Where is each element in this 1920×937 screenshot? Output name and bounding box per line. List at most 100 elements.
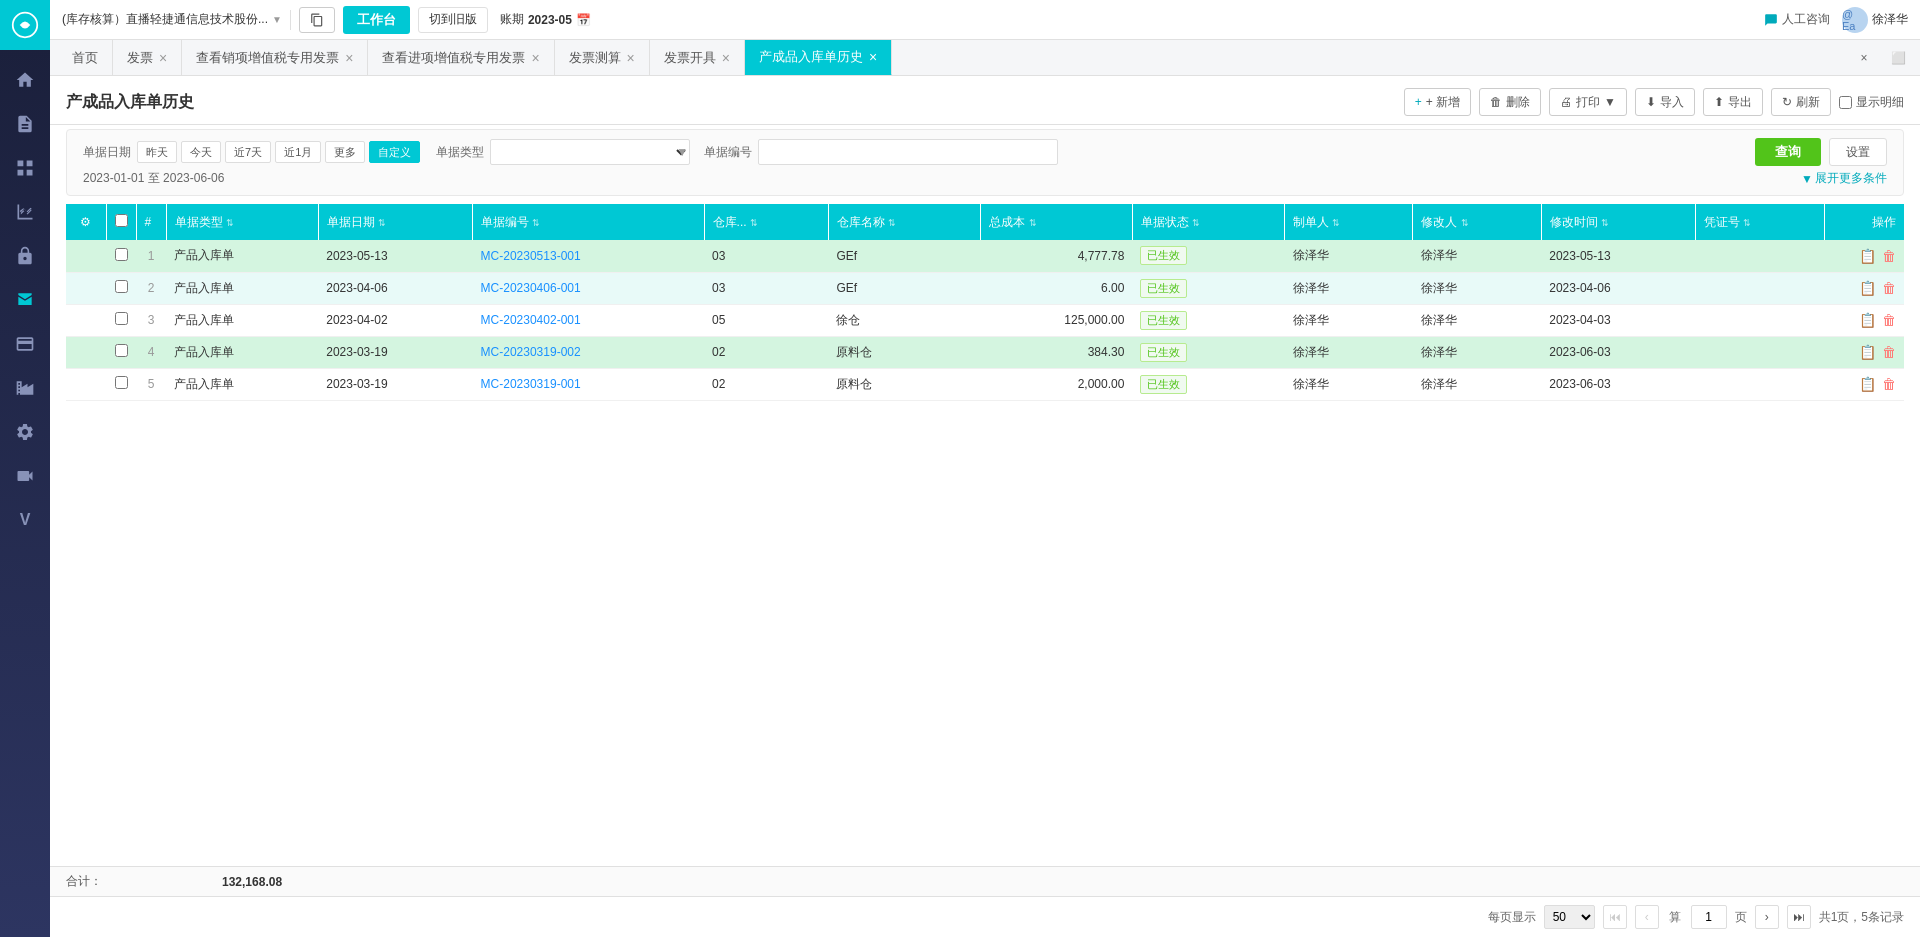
tab-invoice-calc-close[interactable]: × (627, 51, 635, 65)
select-all-checkbox[interactable] (115, 214, 128, 227)
display-detail-checkbox[interactable] (1839, 96, 1852, 109)
prev-page-btn[interactable]: ‹ (1635, 905, 1659, 929)
row-delete-icon[interactable]: 🗑 (1882, 312, 1896, 328)
row-checkbox-cell[interactable] (106, 368, 136, 400)
sidebar-item-factory[interactable] (0, 366, 50, 410)
tab-home[interactable]: 首页 (58, 40, 113, 76)
date-btn-7days[interactable]: 近7天 (225, 141, 271, 163)
row-delete-icon[interactable]: 🗑 (1882, 344, 1896, 360)
expand-conditions-btn[interactable]: ▼ 展开更多条件 (1801, 170, 1887, 187)
row-code[interactable]: MC-20230319-001 (473, 368, 705, 400)
row-checkbox-cell[interactable] (106, 272, 136, 304)
service-btn[interactable]: 人工咨询 (1764, 11, 1830, 28)
first-page-btn[interactable]: ⏮ (1603, 905, 1627, 929)
tab-invoice-close[interactable]: × (159, 51, 167, 65)
sidebar-item-chart[interactable] (0, 190, 50, 234)
row-checkbox-cell[interactable] (106, 336, 136, 368)
company-selector[interactable]: (库存核算）直播轻捷通信息技术股份... ▼ (62, 11, 282, 28)
row-checkbox[interactable] (115, 312, 128, 325)
close-all-btn[interactable]: × (1850, 44, 1878, 72)
tab-invoice-issue[interactable]: 发票开具 × (650, 40, 745, 76)
date-btn-today[interactable]: 今天 (181, 141, 221, 163)
row-checkbox-cell[interactable] (106, 240, 136, 272)
tab-invoice[interactable]: 发票 × (113, 40, 182, 76)
col-code[interactable]: 单据编号 ⇅ (473, 204, 705, 240)
row-code-link[interactable]: MC-20230402-001 (481, 313, 581, 327)
row-delete-icon[interactable]: 🗑 (1882, 376, 1896, 392)
col-total-cost[interactable]: 总成本 ⇅ (981, 204, 1133, 240)
delete-btn[interactable]: 🗑 删除 (1479, 88, 1541, 116)
tab-invoice-issue-close[interactable]: × (722, 51, 730, 65)
tab-purchase-vat-close[interactable]: × (531, 51, 539, 65)
query-btn[interactable]: 查询 (1755, 138, 1821, 166)
tab-sales-vat[interactable]: 查看销项增值税专用发票 × (182, 40, 368, 76)
copy-btn[interactable] (299, 7, 335, 33)
workbench-btn[interactable]: 工作台 (343, 6, 410, 34)
row-code[interactable]: MC-20230513-001 (473, 240, 705, 272)
date-btn-yesterday[interactable]: 昨天 (137, 141, 177, 163)
sidebar-item-v[interactable]: V (0, 498, 50, 542)
tab-product-inbound-close[interactable]: × (869, 50, 877, 64)
col-settings[interactable]: ⚙ (66, 204, 106, 240)
page-number-input[interactable]: 1 (1691, 905, 1727, 929)
refresh-btn[interactable]: ↻ 刷新 (1771, 88, 1831, 116)
row-edit-icon[interactable]: 📋 (1859, 248, 1876, 264)
col-creator[interactable]: 制单人 ⇅ (1285, 204, 1413, 240)
row-checkbox[interactable] (115, 376, 128, 389)
switch-version-btn[interactable]: 切到旧版 (418, 7, 488, 33)
row-edit-icon[interactable]: 📋 (1859, 344, 1876, 360)
row-code[interactable]: MC-20230402-001 (473, 304, 705, 336)
date-btn-custom[interactable]: 自定义 (369, 141, 420, 163)
tab-purchase-vat[interactable]: 查看进项增值税专用发票 × (368, 40, 554, 76)
sidebar-item-lock[interactable] (0, 234, 50, 278)
new-btn[interactable]: + + 新增 (1404, 88, 1471, 116)
setting-btn[interactable]: 设置 (1829, 138, 1887, 166)
sidebar-item-inventory[interactable] (0, 278, 50, 322)
sidebar-item-voucher[interactable] (0, 102, 50, 146)
company-dropdown-icon[interactable]: ▼ (272, 14, 282, 25)
user-menu[interactable]: @ Ea 徐泽华 (1842, 7, 1908, 33)
col-warehouse-name[interactable]: 仓库名称 ⇅ (828, 204, 980, 240)
tab-product-inbound[interactable]: 产成品入库单历史 × (745, 40, 892, 76)
row-checkbox-cell[interactable] (106, 304, 136, 336)
sidebar-item-home[interactable] (0, 58, 50, 102)
row-edit-icon[interactable]: 📋 (1859, 376, 1876, 392)
sidebar-item-video[interactable] (0, 454, 50, 498)
maximize-btn[interactable]: ⬜ (1884, 44, 1912, 72)
sidebar-item-grid[interactable] (0, 146, 50, 190)
row-checkbox[interactable] (115, 248, 128, 261)
settings-icon[interactable]: ⚙ (80, 215, 91, 229)
export-btn[interactable]: ⬆ 导出 (1703, 88, 1763, 116)
col-modify-time[interactable]: 修改时间 ⇅ (1541, 204, 1695, 240)
col-modifier[interactable]: 修改人 ⇅ (1413, 204, 1541, 240)
row-code[interactable]: MC-20230406-001 (473, 272, 705, 304)
app-logo[interactable] (0, 0, 50, 50)
page-size-select[interactable]: 10 20 50 100 (1544, 905, 1595, 929)
row-code-link[interactable]: MC-20230319-001 (481, 377, 581, 391)
row-checkbox[interactable] (115, 280, 128, 293)
row-code-link[interactable]: MC-20230406-001 (481, 281, 581, 295)
row-delete-icon[interactable]: 🗑 (1882, 280, 1896, 296)
type-filter-select[interactable] (490, 139, 690, 165)
col-status[interactable]: 单据状态 ⇅ (1132, 204, 1284, 240)
row-checkbox[interactable] (115, 344, 128, 357)
date-btn-1month[interactable]: 近1月 (275, 141, 321, 163)
col-date[interactable]: 单据日期 ⇅ (318, 204, 472, 240)
next-page-btn[interactable]: › (1755, 905, 1779, 929)
row-delete-icon[interactable]: 🗑 (1882, 248, 1896, 264)
tab-sales-vat-close[interactable]: × (345, 51, 353, 65)
print-btn[interactable]: 🖨 打印 ▼ (1549, 88, 1627, 116)
last-page-btn[interactable]: ⏭ (1787, 905, 1811, 929)
col-type[interactable]: 单据类型 ⇅ (166, 204, 318, 240)
number-filter-input[interactable] (758, 139, 1058, 165)
row-code-link[interactable]: MC-20230319-002 (481, 345, 581, 359)
calendar-icon[interactable]: 📅 (576, 13, 591, 27)
sidebar-item-invoice[interactable] (0, 322, 50, 366)
date-btn-more[interactable]: 更多 (325, 141, 365, 163)
row-edit-icon[interactable]: 📋 (1859, 280, 1876, 296)
row-code[interactable]: MC-20230319-002 (473, 336, 705, 368)
display-detail-toggle[interactable]: 显示明细 (1839, 94, 1904, 111)
tab-invoice-calc[interactable]: 发票测算 × (555, 40, 650, 76)
col-voucher[interactable]: 凭证号 ⇅ (1696, 204, 1824, 240)
row-edit-icon[interactable]: 📋 (1859, 312, 1876, 328)
